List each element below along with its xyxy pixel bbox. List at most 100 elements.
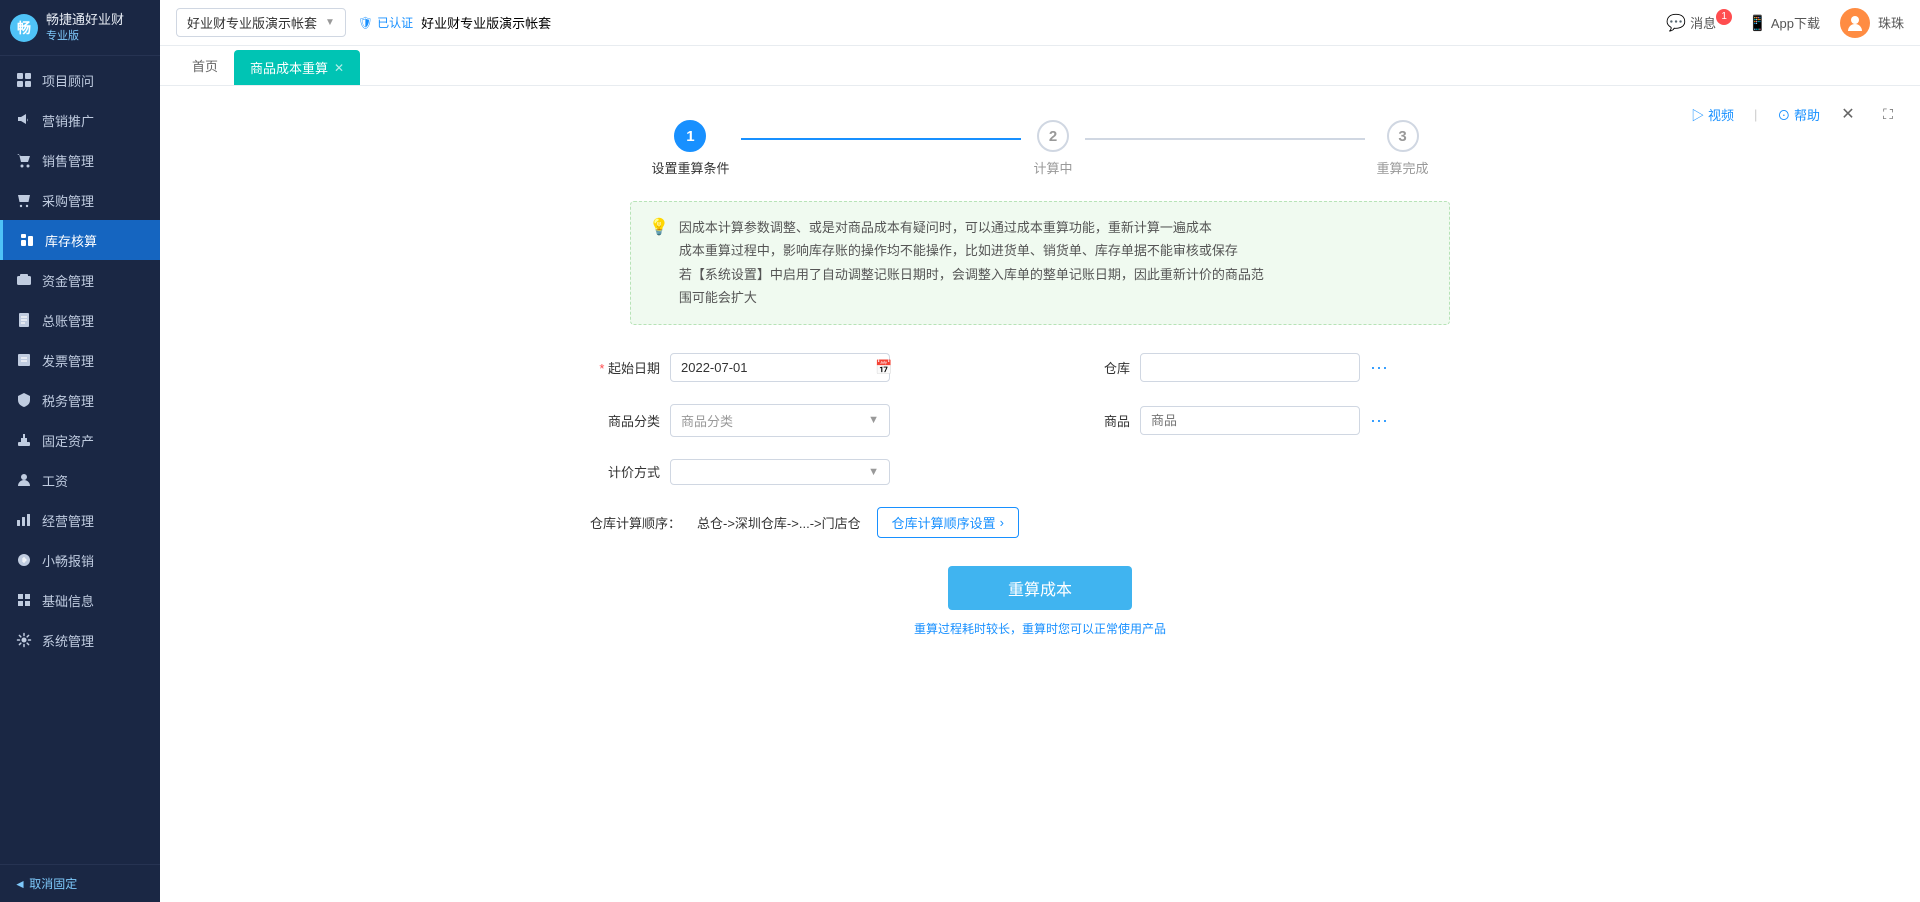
tab-cost-recalc[interactable]: 商品成本重算 ✕ [234,50,360,85]
start-date-field: 起始日期 📅 [590,353,1020,382]
chevron-down-icon: ▼ [868,414,879,426]
mobile-icon: 📱 [1748,14,1767,32]
pricing-label: 计价方式 [590,462,660,481]
cart-icon [14,190,34,210]
basic-icon [14,590,34,610]
warehouse-input[interactable] [1141,354,1359,381]
pricing-select[interactable]: ▼ [670,459,890,485]
sidebar-item-operation[interactable]: 经营管理 [0,500,160,540]
chevron-right-icon: › [1000,515,1004,530]
expense-icon [14,550,34,570]
inventory-icon [17,230,37,250]
salary-icon [14,470,34,490]
chevron-down-icon: ▼ [325,17,335,28]
sidebar-label-salary: 工资 [42,471,68,490]
sidebar-item-purchase[interactable]: 采购管理 [0,180,160,220]
product-input-wrapper[interactable] [1140,406,1360,435]
sidebar-label-marketing: 营销推广 [42,111,94,130]
account-selector[interactable]: 好业财专业版演示帐套 ▼ [176,8,346,37]
recalc-button[interactable]: 重算成本 [948,566,1132,610]
system-icon [14,630,34,650]
category-select[interactable]: 商品分类 ▼ [670,404,890,437]
form-row-1: 起始日期 📅 仓库 ··· [590,353,1490,382]
step-2-label: 计算中 [1033,158,1072,177]
recalc-hint: 重算过程耗时较长，重算时您可以正常使用产品 [590,620,1490,637]
calendar-icon[interactable]: 📅 [867,359,900,376]
main-area: 好业财专业版演示帐套 ▼ 🛡 已认证 好业财专业版演示帐套 💬 消息 1 📱 A… [160,0,1920,902]
sidebar-label-sales: 销售管理 [42,151,94,170]
sidebar-item-assets[interactable]: 固定资产 [0,420,160,460]
tab-home[interactable]: 首页 [176,48,234,85]
user-name: 珠珠 [1878,13,1904,32]
sidebar: 畅 畅捷通好业财 专业版 项目顾问 营销推广 销售管理 [0,0,160,902]
sidebar-item-accounting[interactable]: 总账管理 [0,300,160,340]
start-date-input[interactable] [671,354,867,381]
warehouse-more-button[interactable]: ··· [1370,357,1388,378]
notification-badge: 1 [1716,9,1732,25]
warehouse-label: 仓库 [1060,358,1130,377]
sidebar-item-marketing[interactable]: 营销推广 [0,100,160,140]
unpin-button[interactable]: ◄ 取消固定 [0,864,160,902]
app-download-button[interactable]: 📱 App下载 [1748,13,1820,32]
category-value: 商品分类 [681,411,733,430]
sidebar-label-operation: 经营管理 [42,511,94,530]
warehouse-input-wrapper[interactable] [1140,353,1360,382]
sidebar-item-salary[interactable]: 工资 [0,460,160,500]
chat-icon: 💬 [1666,13,1686,33]
sidebar-label-purchase: 采购管理 [42,191,94,210]
sidebar-label-accounting: 总账管理 [42,311,94,330]
info-box: 💡 因成本计算参数调整、或是对商品成本有疑问时，可以通过成本重算功能，重新计算一… [630,201,1450,325]
warehouse-order-value: 总仓->深圳仓库->...->门店仓 [697,513,861,532]
account-name: 好业财专业版演示帐套 [187,13,317,32]
content-area: ▷ 视频 | ⊙ 帮助 ✕ ⛶ 1 设置重算条件 [160,86,1920,902]
sidebar-item-project[interactable]: 项目顾问 [0,60,160,100]
sidebar-logo: 畅 畅捷通好业财 专业版 [0,0,160,56]
step-line-1 [741,138,1021,140]
tab-close-icon[interactable]: ✕ [334,61,344,75]
sidebar-item-basic[interactable]: 基础信息 [0,580,160,620]
sidebar-label-assets: 固定资产 [42,431,94,450]
wallet-icon [14,270,34,290]
product-field: 商品 ··· [1060,406,1490,435]
sidebar-item-invoice[interactable]: 发票管理 [0,340,160,380]
sidebar-item-expense[interactable]: 小畅报销 [0,540,160,580]
ledger-icon [14,310,34,330]
product-label: 商品 [1060,411,1130,430]
lightbulb-icon: 💡 [649,217,669,237]
pricing-field: 计价方式 ▼ [590,459,1020,485]
sidebar-label-inventory: 库存核算 [45,231,97,250]
sidebar-item-finance[interactable]: 资金管理 [0,260,160,300]
warehouse-order-settings-button[interactable]: 仓库计算顺序设置 › [877,507,1019,538]
step-3-circle: 3 [1387,120,1419,152]
step-2-circle: 2 [1037,120,1069,152]
avatar [1840,8,1870,38]
product-input[interactable] [1141,407,1359,434]
category-field: 商品分类 商品分类 ▼ [590,404,1020,437]
start-date-input-wrapper[interactable]: 📅 [670,353,890,382]
sidebar-item-system[interactable]: 系统管理 [0,620,160,660]
sidebar-item-tax[interactable]: 税务管理 [0,380,160,420]
verified-badge: 🛡 已认证 [358,14,413,31]
company-name: 好业财专业版演示帐套 [421,13,551,32]
sidebar-item-sales[interactable]: 销售管理 [0,140,160,180]
shield-icon: 🛡 [358,16,373,30]
sidebar-item-inventory[interactable]: 库存核算 [0,220,160,260]
warehouse-order-row: 仓库计算顺序： 总仓->深圳仓库->...->门店仓 仓库计算顺序设置 › [590,507,1490,538]
step-1-circle: 1 [674,120,706,152]
logo-icon: 畅 [10,14,38,42]
topbar: 好业财专业版演示帐套 ▼ 🛡 已认证 好业财专业版演示帐套 💬 消息 1 📱 A… [160,0,1920,46]
sidebar-label-invoice: 发票管理 [42,351,94,370]
product-more-button[interactable]: ··· [1370,410,1388,431]
form-area: 起始日期 📅 仓库 ··· 商品分类 [590,353,1490,637]
form-row-2: 商品分类 商品分类 ▼ 商品 ··· [590,404,1490,437]
sidebar-label-expense: 小畅报销 [42,551,94,570]
shopping-icon [14,150,34,170]
grid-icon [14,70,34,90]
step-3-label: 重算完成 [1377,158,1429,177]
info-text: 因成本计算参数调整、或是对商品成本有疑问时，可以通过成本重算功能，重新计算一遍成… [679,216,1264,310]
invoice-icon [14,350,34,370]
logo-text: 畅捷通好业财 专业版 [46,12,124,43]
user-profile[interactable]: 珠珠 [1840,8,1904,38]
category-label: 商品分类 [590,411,660,430]
message-button[interactable]: 💬 消息 1 [1666,13,1728,33]
